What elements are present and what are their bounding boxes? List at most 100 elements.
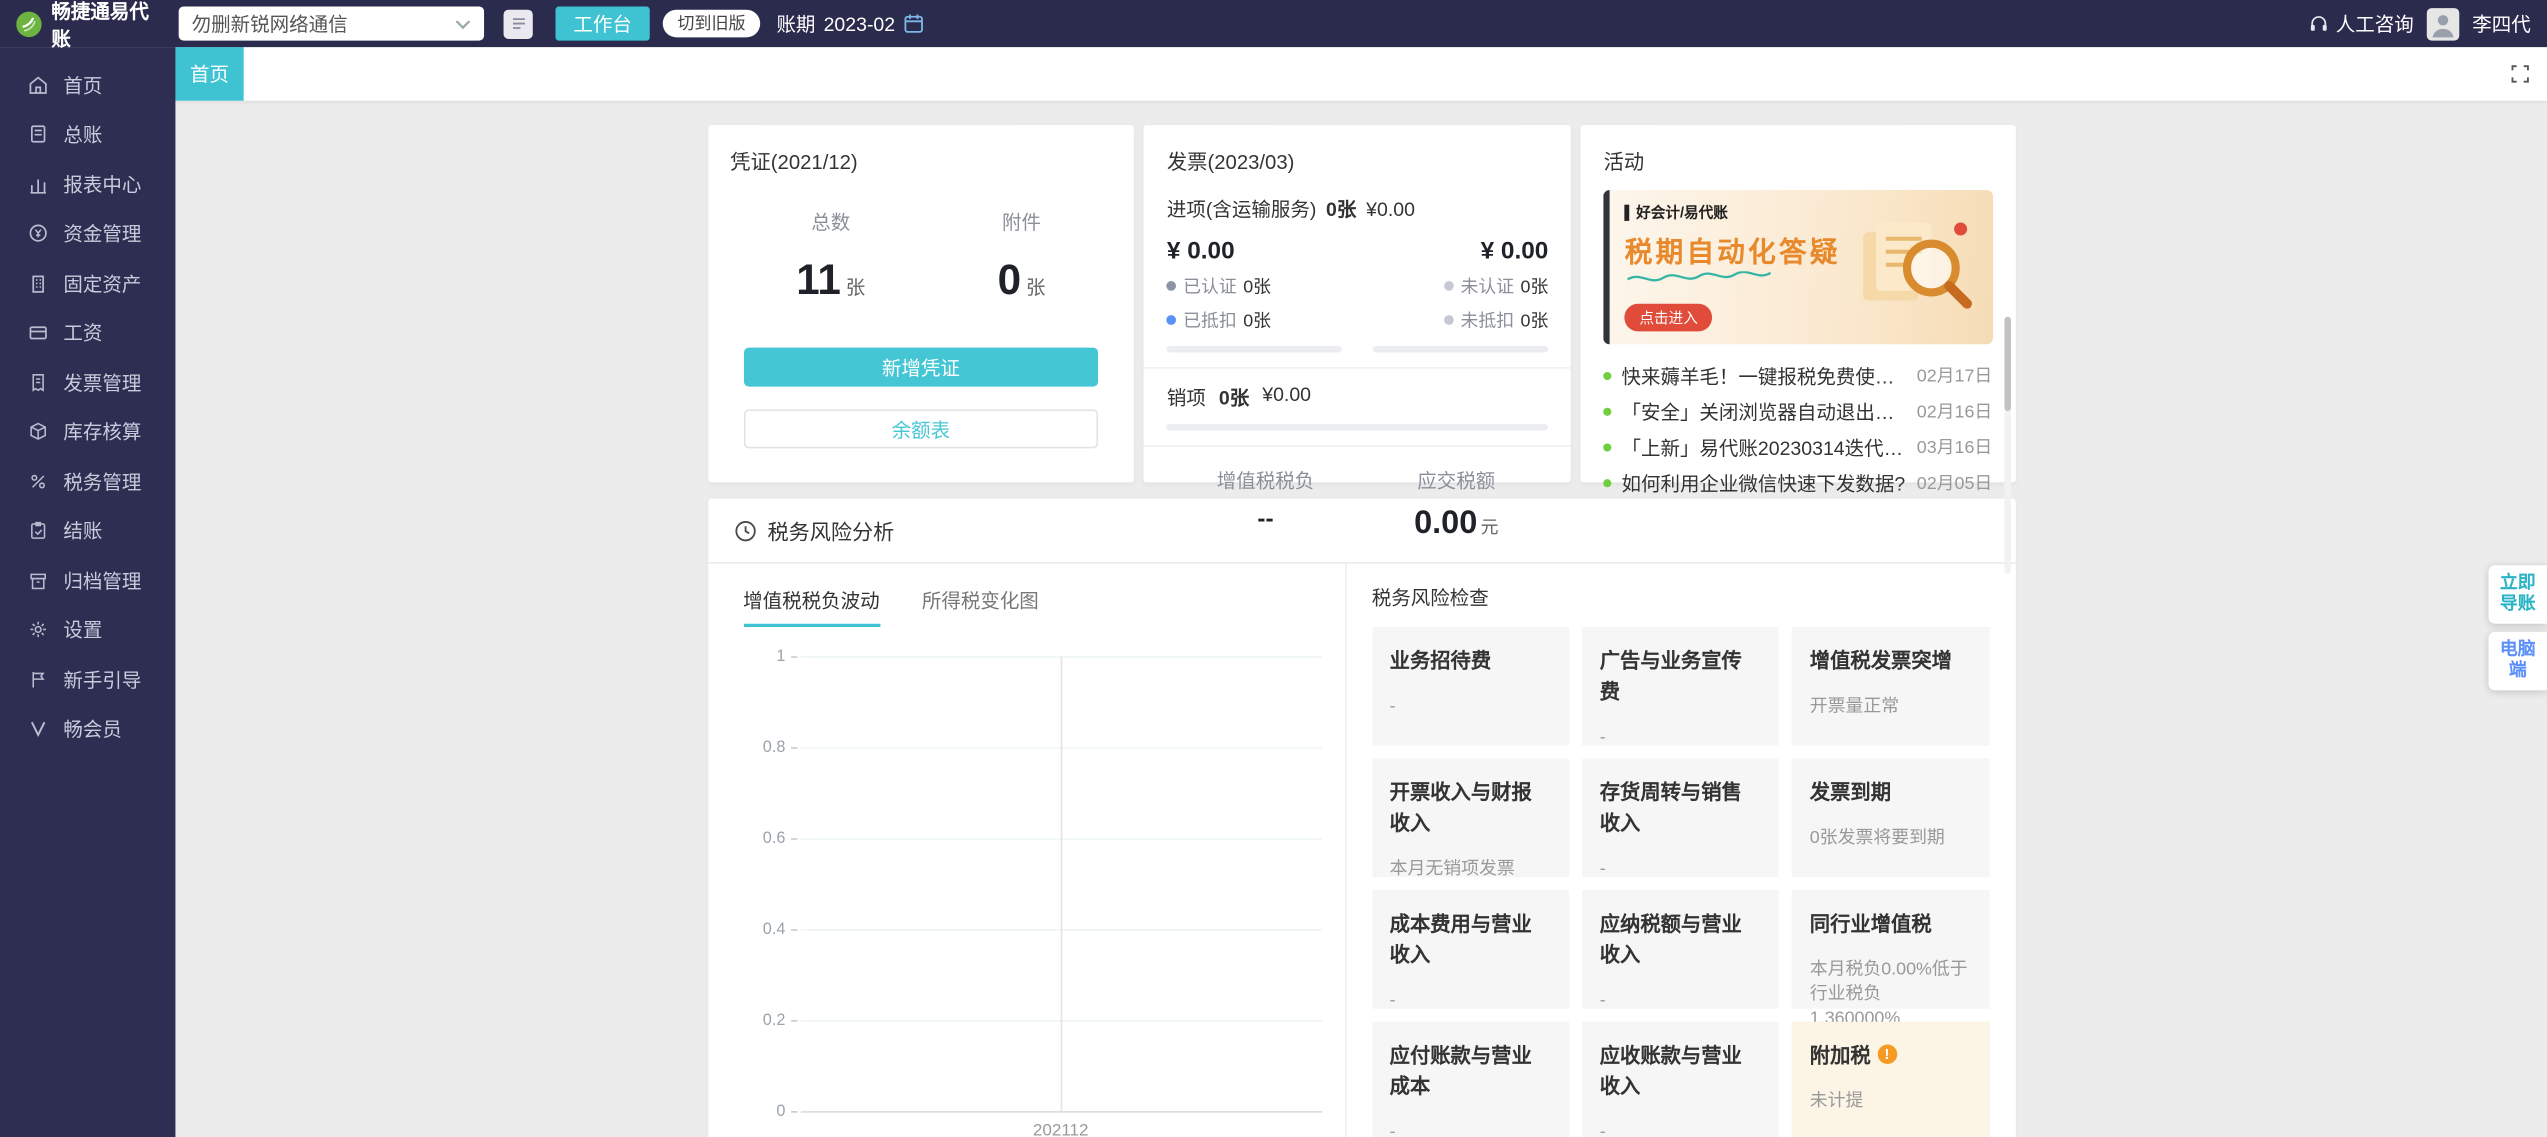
news-item[interactable]: 「上新」易代账20230314迭代更新 03月16日 (1603, 429, 1992, 465)
clipboard-check-icon (31, 522, 46, 540)
tax-payable: 应交税额 0.00 元 (1414, 466, 1498, 542)
risk-item-title: 应纳税额与营业收入 (1599, 912, 1742, 967)
floating-side-buttons: 立即导账 电脑端 (2488, 565, 2547, 691)
archive-icon (30, 573, 46, 589)
sidebar-item-home[interactable]: 首页 (0, 60, 175, 110)
person-icon (2432, 14, 2454, 37)
news-item[interactable]: 如何利用企业微信快速下发数据? 02月05日 (1603, 465, 1992, 501)
calendar-icon[interactable] (903, 13, 924, 34)
invoice-card-title: 发票(2023/03) (1166, 151, 1295, 174)
sidebar-item-fixed-assets[interactable]: 固定资产 (0, 258, 175, 308)
sidebar-item-invoice[interactable]: 发票管理 (0, 357, 175, 407)
risk-check-card[interactable]: 应付账款与营业成本 - (1371, 1021, 1569, 1137)
tab-vat-burden[interactable]: 增值税税负波动 (743, 586, 880, 628)
risk-check-card[interactable]: 同行业增值税 本月税负0.00%低于行业税负1.360000% (1791, 890, 1990, 1028)
avatar[interactable] (2426, 7, 2460, 40)
scrollbar[interactable] (2003, 316, 2011, 574)
risk-check-card[interactable]: 增值税发票突增 开票量正常 (1791, 627, 1990, 746)
certified-label: 已认证 (1183, 277, 1237, 298)
news-date: 02月17日 (1916, 367, 1993, 387)
pc-client-button[interactable]: 电脑端 (2488, 631, 2547, 691)
tab-home[interactable]: 首页 (175, 47, 244, 101)
news-bullet-icon (1603, 478, 1612, 487)
sidebar-item-label: 首页 (63, 74, 103, 98)
sidebar-item-tax[interactable]: 税务管理 (0, 456, 175, 506)
sidebar-item-label: 税务管理 (63, 470, 142, 494)
activity-card-title: 活动 (1603, 151, 1645, 174)
y-tick-label: 0.2 (762, 1011, 786, 1030)
risk-item-desc: - (1389, 990, 1396, 1011)
content-scroll[interactable]: 凭证(2021/12) 总数 11 张 附件 0张 新增凭证 余额表 发票(20… (175, 101, 2547, 1137)
add-voucher-button[interactable]: 新增凭证 (743, 347, 1098, 387)
banner-cta-button[interactable]: 点击进入 (1624, 303, 1713, 332)
support-link[interactable]: 人工咨询 (2308, 10, 2414, 38)
output-label: 销项 (1166, 386, 1206, 410)
divider (1144, 445, 1572, 447)
voucher-attachments: 附件 0张 (998, 208, 1046, 305)
risk-check-card[interactable]: 开票收入与财报收入 本月无销项发票 (1371, 758, 1569, 879)
sidebar-item-label: 固定资产 (63, 272, 142, 296)
sidebar-item-closing[interactable]: 结账 (0, 506, 175, 556)
accounting-period: 账期 2023-02 (776, 10, 924, 38)
voucher-total-unit: 张 (845, 276, 866, 299)
y-tick-label: 0 (776, 1102, 786, 1120)
news-bullet-icon (1603, 442, 1612, 451)
voucher-total-label: 总数 (811, 211, 851, 234)
switch-old-version-button[interactable]: 切到旧版 (662, 9, 761, 38)
tax-label: 应交税额 (1417, 469, 1496, 493)
sidebar-item-label: 新手引导 (63, 668, 142, 692)
username[interactable]: 李四代 (2472, 10, 2531, 38)
tax-value: 0.00 (1414, 505, 1478, 541)
sidebar-item-settings[interactable]: 设置 (0, 605, 175, 655)
company-select[interactable]: 勿删新锐网络通信 (178, 6, 485, 41)
y-tick-label: 0.8 (762, 738, 786, 757)
home-icon (29, 76, 47, 94)
risk-item-title: 同行业增值税 (1809, 912, 1932, 936)
undeducted-value: 0张 (1520, 311, 1549, 332)
sidebar-item-payroll[interactable]: 工资 (0, 308, 175, 358)
tab-income-tax[interactable]: 所得税变化图 (922, 586, 1039, 627)
balance-sheet-button[interactable]: 余额表 (743, 409, 1098, 449)
risk-check-card[interactable]: 存货周转与销售收入 - (1581, 758, 1779, 879)
period-value[interactable]: 2023-02 (824, 12, 896, 35)
topbar-right: 人工咨询 李四代 (2308, 7, 2531, 40)
risk-check-card[interactable]: 应收账款与营业收入 - (1581, 1021, 1779, 1137)
risk-check-card[interactable]: 附加税 ! 未计提 (1791, 1021, 1990, 1137)
sidebar-item-report-center[interactable]: 报表中心 (0, 159, 175, 209)
notice-icon[interactable] (503, 8, 533, 39)
company-select-value: 勿删新锐网络通信 (191, 12, 348, 36)
ledger-icon (30, 125, 46, 144)
risk-check-card[interactable]: 应纳税额与营业收入 - (1581, 890, 1779, 1010)
sidebar-item-funds[interactable]: 资金管理 (0, 209, 175, 259)
invoice-input-label: 进项(含运输服务) (1166, 198, 1317, 221)
vat-line-chart: 1 0.8 0.6 0.4 0.2 0 (743, 647, 1322, 1120)
risk-item-title: 广告与业务宣传费 (1599, 649, 1742, 704)
sidebar-item-label: 结账 (63, 520, 103, 543)
risk-check-card[interactable]: 业务招待费 - (1371, 627, 1569, 746)
sidebar-item-general-ledger[interactable]: 总账 (0, 110, 175, 160)
workbench-button[interactable]: 工作台 (555, 6, 650, 41)
risk-check-card[interactable]: 发票到期 0张发票将要到期 (1791, 758, 1990, 878)
chevron-down-icon (455, 19, 471, 29)
news-item[interactable]: 「安全」关闭浏览器自动退出登录状态 02月16日 (1603, 393, 1992, 429)
import-accounts-button[interactable]: 立即导账 (2488, 565, 2547, 624)
tax-unit: 元 (1480, 518, 1499, 538)
certified-dot (1166, 281, 1177, 291)
sidebar-item-archive[interactable]: 归档管理 (0, 556, 175, 606)
news-item[interactable]: 快来薅羊毛！一键报税免费使用365天... 02月17日 (1603, 357, 1993, 393)
scrollbar-thumb[interactable] (2003, 316, 2011, 411)
activity-banner[interactable]: 好会计/易代账 税期自动化答疑 点击进入 (1603, 190, 1993, 345)
sidebar-item-guide[interactable]: 新手引导 (0, 655, 175, 705)
certified-progress-bar (1166, 345, 1343, 353)
activity-news-list: 快来薅羊毛！一键报税免费使用365天... 02月17日 「安全」关闭浏览器自动… (1603, 357, 1993, 501)
sidebar-item-membership[interactable]: 畅会员 (0, 704, 175, 754)
tick-mark (790, 746, 797, 749)
risk-check-card[interactable]: 成本费用与营业收入 - (1371, 890, 1569, 1010)
fullscreen-icon[interactable] (2510, 63, 2531, 84)
risk-check-grid: 业务招待费 - 广告与业务宣传费 - 增值税发票突增 开票量正常 开票收入与财报… (1371, 627, 1990, 1137)
news-bullet-icon (1603, 406, 1612, 416)
sidebar-item-inventory[interactable]: 库存核算 (0, 407, 175, 457)
tax-risk-card: 税务风险分析 增值税税负波动 所得税变化图 1 0.8 0.6 0.4 0.2 … (707, 498, 2016, 1137)
risk-check-card[interactable]: 广告与业务宣传费 - (1581, 627, 1779, 747)
sidebar-item-label: 发票管理 (63, 371, 142, 395)
